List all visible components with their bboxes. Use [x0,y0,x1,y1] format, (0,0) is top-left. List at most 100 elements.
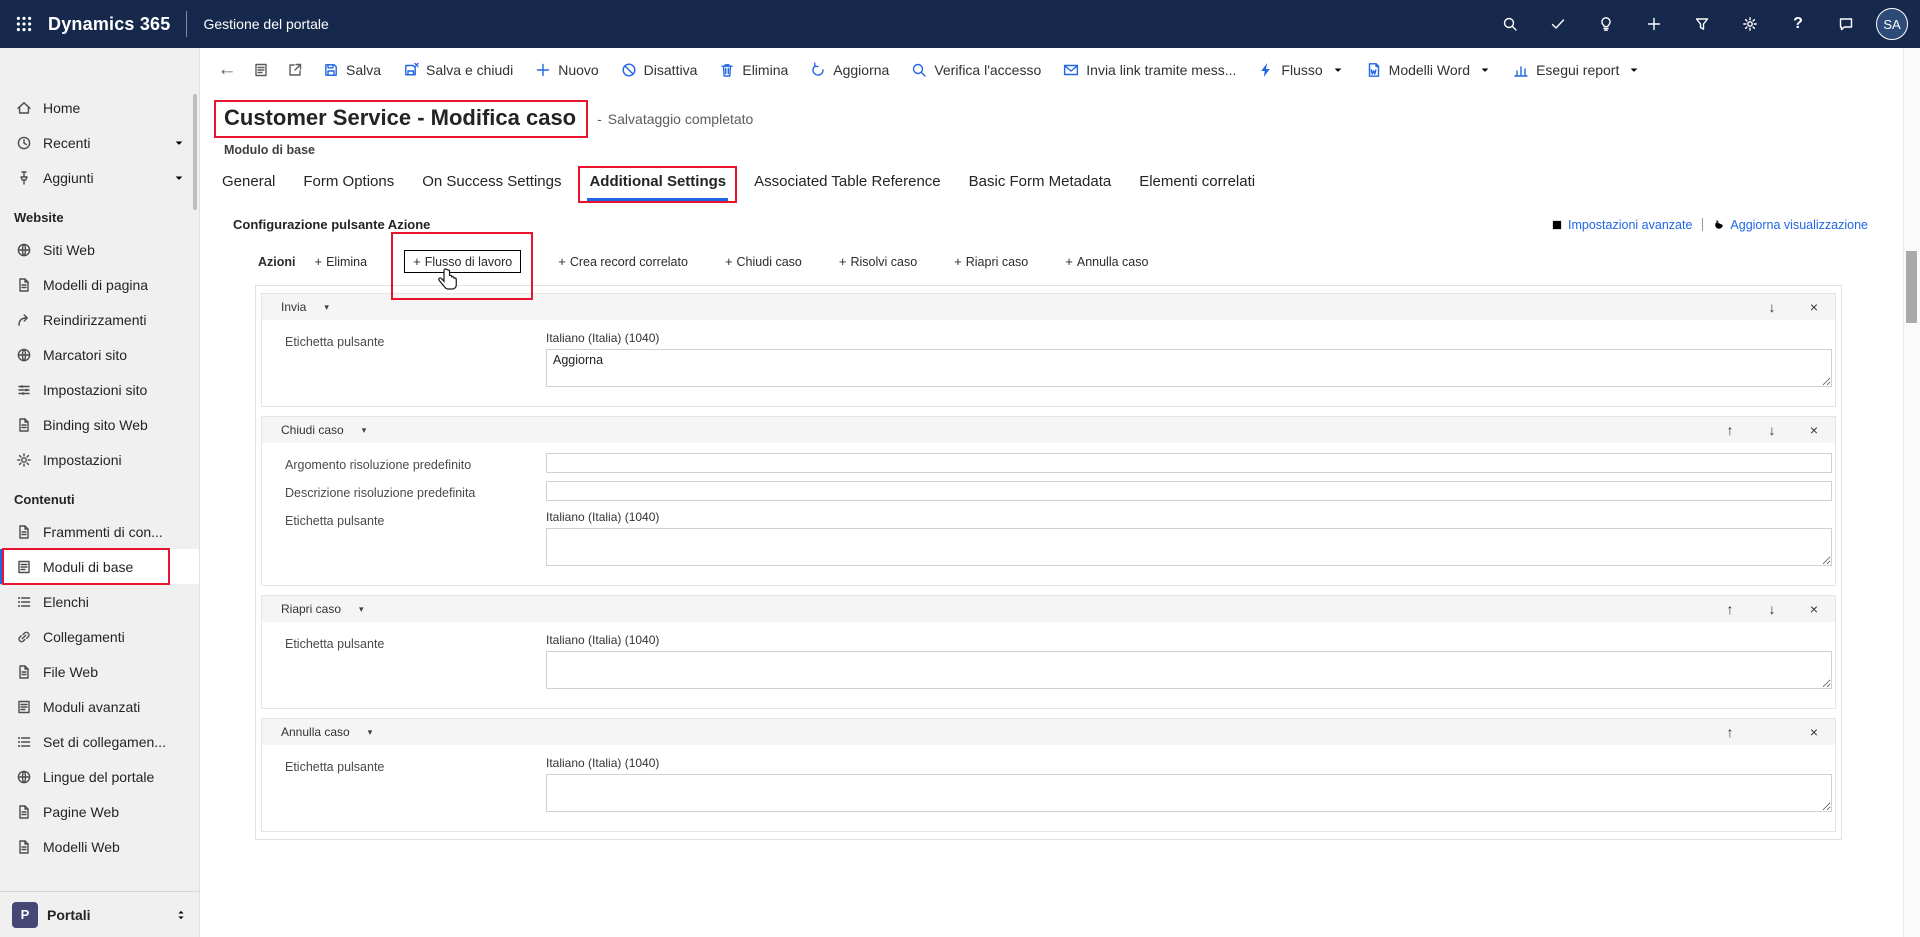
link-divider [1702,218,1703,231]
default-resolution-description-input[interactable] [546,481,1832,501]
sidebar-item-home[interactable]: Home [0,90,199,125]
button-label-textarea[interactable]: Aggiorna [546,349,1832,387]
move-down-button[interactable]: ↓ [1751,294,1793,320]
add-cancel-case-button[interactable]: + Annulla caso [1065,254,1148,269]
advanced-settings-link[interactable]: Impostazioni avanzate [1551,218,1692,232]
sidebar-item-set-di-collegamenti[interactable]: Set di collegamen... [0,724,199,759]
popout-icon[interactable] [278,53,312,87]
filter-icon[interactable] [1678,0,1726,48]
sidebar-item-modelli-di-pagina[interactable]: Modelli di pagina [0,267,199,302]
sidebar-item-impostazioni[interactable]: Impostazioni [0,442,199,477]
sidebar-item-impostazioni-sito[interactable]: Impostazioni sito [0,372,199,407]
tab-elementi-correlati[interactable]: Elementi correlati [1137,173,1257,201]
panel-header[interactable]: Annulla caso ▾ ↑ × [262,719,1835,745]
sidebar-item-siti-web[interactable]: Siti Web [0,232,199,267]
sidebar-item-label: Set di collegamen... [43,734,166,750]
word-document-icon [1366,62,1382,78]
search-icon[interactable] [1486,0,1534,48]
chevron-down-icon[interactable]: ▾ [324,302,329,313]
chevron-down-icon[interactable]: ▾ [368,727,373,738]
tab-additional-settings[interactable]: Additional Settings [587,173,728,201]
hamburger-menu-button[interactable] [0,48,199,90]
sidebar-item-frammenti[interactable]: Frammenti di con... [0,514,199,549]
sidebar-item-recenti[interactable]: Recenti [0,125,199,160]
sidebar-item-modelli-web[interactable]: Modelli Web [0,829,199,864]
remove-panel-button[interactable]: × [1793,294,1835,320]
sidebar-item-collegamenti[interactable]: Collegamenti [0,619,199,654]
panel-header[interactable]: Riapri caso ▾ ↑ ↓ × [262,596,1835,622]
sidebar-item-label: Collegamenti [43,629,125,645]
sidebar-item-binding-sito-web[interactable]: Binding sito Web [0,407,199,442]
brand-title[interactable]: Dynamics 365 [48,14,170,35]
lightbulb-icon[interactable] [1582,0,1630,48]
save-and-close-button[interactable]: Salva e chiudi [392,52,524,88]
waffle-menu-button[interactable] [0,0,48,48]
chevron-down-icon[interactable]: ▾ [359,604,364,615]
panel-header[interactable]: Invia ▾ ↓ × [262,294,1835,320]
command-label: Invia link tramite mess... [1086,62,1236,78]
move-up-button[interactable]: ↑ [1709,596,1751,622]
remove-panel-button[interactable]: × [1793,719,1835,745]
environment-switcher[interactable]: P Portali [0,891,199,937]
refresh-view-link[interactable]: Aggiorna visualizzazione [1713,218,1868,232]
tab-form-options[interactable]: Form Options [301,173,396,201]
tab-general[interactable]: General [220,173,277,201]
move-down-button[interactable]: ↓ [1751,596,1793,622]
check-access-button[interactable]: Verifica l'accesso [900,52,1052,88]
tab-associated-table-reference[interactable]: Associated Table Reference [752,173,943,201]
command-label: Verifica l'accesso [934,62,1041,78]
add-close-case-button[interactable]: + Chiudi caso [725,254,802,269]
add-create-related-record-button[interactable]: + Crea record correlato [558,254,688,269]
chevron-down-icon[interactable]: ▾ [362,425,367,436]
language-label: Italiano (Italia) (1040) [546,756,1832,770]
add-reopen-case-button[interactable]: + Riapri caso [954,254,1028,269]
delete-button[interactable]: Elimina [708,52,799,88]
vertical-scrollbar[interactable] [1903,48,1920,937]
sidebar-item-elenchi[interactable]: Elenchi [0,584,199,619]
move-up-button[interactable]: ↑ [1709,417,1751,443]
panel-header[interactable]: Chiudi caso ▾ ↑ ↓ × [262,417,1835,443]
back-button[interactable]: ← [210,53,244,87]
sidebar-item-marcatori-sito[interactable]: Marcatori sito [0,337,199,372]
move-down-button[interactable]: ↓ [1751,417,1793,443]
add-resolve-case-button[interactable]: + Risolvi caso [839,254,917,269]
sidebar-item-moduli-avanzati[interactable]: Moduli avanzati [0,689,199,724]
refresh-button[interactable]: Aggiorna [799,52,900,88]
add-icon[interactable] [1630,0,1678,48]
button-label-textarea[interactable] [546,528,1832,566]
settings-gear-icon[interactable] [1726,0,1774,48]
sidebar-item-lingue-del-portale[interactable]: Lingue del portale [0,759,199,794]
sidebar-item-reindirizzamenti[interactable]: Reindirizzamenti [0,302,199,337]
remove-panel-button[interactable]: × [1793,596,1835,622]
deactivate-button[interactable]: Disattiva [610,52,709,88]
tab-on-success-settings[interactable]: On Success Settings [420,173,563,201]
add-delete-action-button[interactable]: + Elimina [315,254,368,269]
flow-menu-button[interactable]: Flusso [1247,52,1354,88]
add-workflow-action-button[interactable]: + Flusso di lavoro [404,250,521,273]
tab-basic-form-metadata[interactable]: Basic Form Metadata [967,173,1114,201]
save-button[interactable]: Salva [312,52,392,88]
check-icon[interactable] [1534,0,1582,48]
sidebar-item-label: Lingue del portale [43,769,154,785]
sidebar-item-pagine-web[interactable]: Pagine Web [0,794,199,829]
default-resolution-subject-input[interactable] [546,453,1832,473]
chat-icon[interactable] [1822,0,1870,48]
sidebar: Home Recenti Aggiunti Website Siti Web M… [0,48,200,937]
new-button[interactable]: Nuovo [524,52,609,88]
avatar[interactable]: SA [1876,8,1908,40]
help-icon[interactable]: ? [1774,0,1822,48]
word-templates-button[interactable]: Modelli Word [1355,52,1502,88]
sidebar-item-moduli-di-base[interactable]: Moduli di base [0,549,199,584]
sidebar-item-file-web[interactable]: File Web [0,654,199,689]
app-title[interactable]: Gestione del portale [203,16,328,32]
run-report-button[interactable]: Esegui report [1502,52,1651,88]
button-label-textarea[interactable] [546,774,1832,812]
sidebar-item-aggiunti[interactable]: Aggiunti [0,160,199,195]
scrollbar-thumb[interactable] [1906,251,1917,323]
remove-panel-button[interactable]: × [1793,417,1835,443]
sidebar-scrollbar[interactable] [193,94,197,210]
button-label-textarea[interactable] [546,651,1832,689]
move-up-button[interactable]: ↑ [1709,719,1751,745]
send-link-button[interactable]: Invia link tramite mess... [1052,52,1247,88]
form-view-icon[interactable] [244,53,278,87]
